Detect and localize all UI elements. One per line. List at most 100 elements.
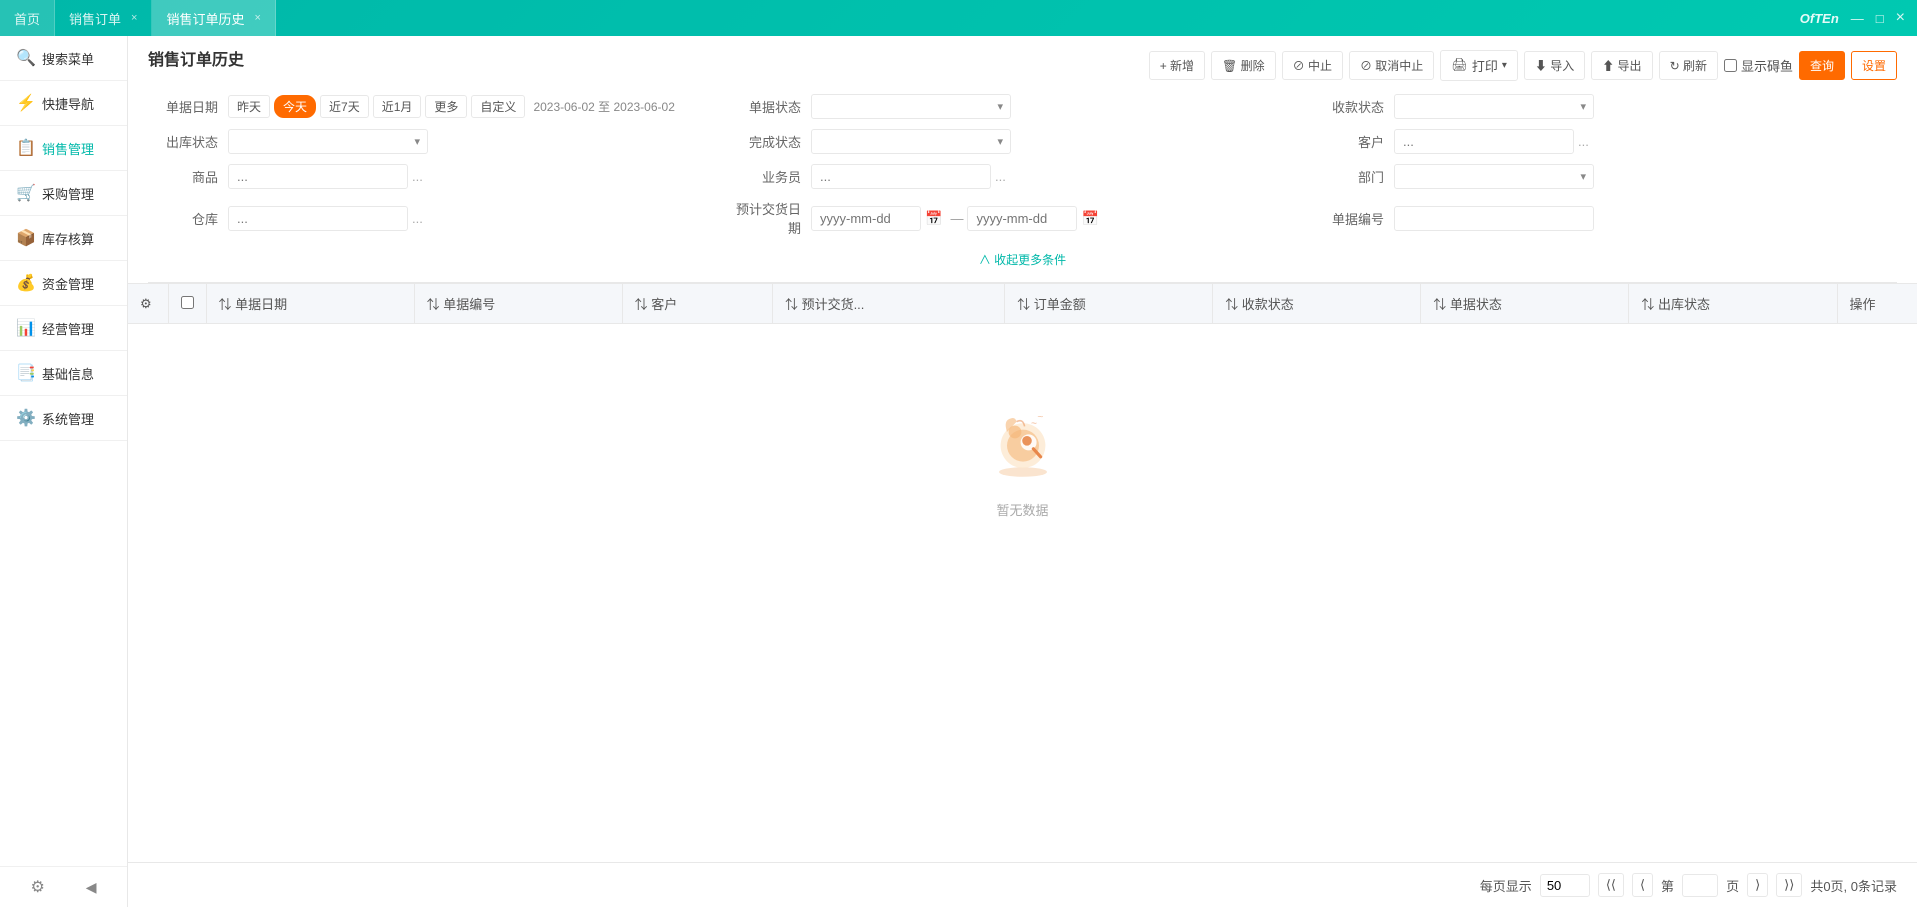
dept-filter-label: 部门 [1314,167,1394,186]
order-number-label: 单据编号 [1314,209,1394,228]
outbound-status-select[interactable] [228,129,428,154]
filter-completion-col: 完成状态 [731,129,1314,154]
per-page-select-wrapper: 10 20 50 100 [1540,874,1590,897]
th-order-no: ⇅ 单据编号 [414,284,622,324]
date-more-btn[interactable]: 更多 [425,95,467,118]
page-header-section: 销售订单历史 + 新增 🗑 删除 ⊘ 中止 ⊘ 取消中止 🖨 打印 ▾ ⬇ 导入… [128,36,1917,284]
tab-sales-order-history-close[interactable]: × [254,12,260,24]
customer-input[interactable] [1394,129,1574,154]
warehouse-input[interactable] [228,206,408,231]
filter-row-3: 商品 ... 业务员 ... 部门 [148,164,1897,189]
tab-sales-order-history[interactable]: 销售订单历史 × [152,0,275,36]
filter-goods-col: 商品 ... [148,164,731,189]
collapse-btn[interactable]: ∧ 收起更多条件 [148,247,1897,272]
filter-expected-date-col: 预计交货日期 📅 — 📅 [731,199,1314,237]
calendar-to-icon[interactable]: 📅 [1077,210,1102,227]
date-custom-btn[interactable]: 自定义 [471,95,525,118]
sidebar-item-purchase-mgmt[interactable]: 🛒 采购管理 [0,171,127,216]
empty-icon: ~ ~ [983,404,1063,484]
window-close-btn[interactable]: × [1896,9,1905,27]
first-page-btn[interactable]: ⟨⟨ [1598,873,1624,897]
pagination: 每页显示 10 20 50 100 ⟨⟨ ⟨ 第 1 页 ⟩ ⟩⟩ 共0页, 0… [128,862,1917,907]
page-number-input[interactable]: 1 [1682,874,1718,897]
expected-date-from[interactable] [811,206,921,231]
completion-status-select-wrapper [811,129,1011,154]
date-last-month-btn[interactable]: 近1月 [373,95,422,118]
payment-status-select[interactable] [1394,94,1594,119]
window-minimize-btn[interactable]: — [1851,11,1864,26]
sidebar-item-quick-nav[interactable]: ⚡ 快捷导航 [0,81,127,126]
th-order-no-label: ⇅ 单据编号 [427,297,496,312]
th-settings[interactable]: ⚙ [128,284,168,324]
delete-btn[interactable]: 🗑 删除 [1211,51,1276,80]
goods-dots[interactable]: ... [408,169,427,184]
toolbar: + 新增 🗑 删除 ⊘ 中止 ⊘ 取消中止 🖨 打印 ▾ ⬇ 导入 ⬆ 导出 ↻… [1149,50,1897,81]
sidebar-item-sales-mgmt[interactable]: 📋 销售管理 [0,126,127,171]
data-table: ⚙ ⇅ 单据日期 ⇅ 单据编号 ⇅ 客户 [128,284,1917,324]
filter-date-col: 单据日期 昨天 今天 近7天 近1月 更多 自定义 2023-06-02 至 2… [148,95,731,118]
search-menu-icon: 🔍 [16,48,34,68]
sidebar-item-basic-info[interactable]: 📑 基础信息 [0,351,127,396]
filter-row-2: 出库状态 完成状态 [148,129,1897,154]
filter-dept-col: 部门 [1314,164,1897,189]
filter-row-1: 单据日期 昨天 今天 近7天 近1月 更多 自定义 2023-06-02 至 2… [148,94,1897,119]
export-btn[interactable]: ⬆ 导出 [1591,51,1652,80]
sidebar-item-search-menu-label: 搜索菜单 [42,49,94,68]
completion-status-select[interactable] [811,129,1011,154]
page-label-prefix: 第 [1661,876,1674,895]
sidebar-collapse-icon[interactable]: ◀ [86,879,97,896]
order-number-input[interactable] [1394,206,1594,231]
customer-dots[interactable]: ... [1574,134,1593,149]
order-status-select[interactable] [811,94,1011,119]
order-status-label: 单据状态 [731,97,811,116]
date-last7-btn[interactable]: 近7天 [320,95,369,118]
brand-label: OfTEn [1800,11,1839,26]
th-checkbox[interactable] [168,284,206,324]
stop-btn[interactable]: ⊘ 中止 [1282,51,1343,80]
filter-order-status-col: 单据状态 [731,94,1314,119]
select-all-checkbox[interactable] [181,296,194,309]
warehouse-dots[interactable]: ... [408,211,427,226]
import-btn[interactable]: ⬇ 导入 [1524,51,1585,80]
sidebar-item-inventory-check[interactable]: 📦 库存核算 [0,216,127,261]
print-btn[interactable]: 🖨 打印 ▾ [1440,50,1518,81]
sidebar-item-fund-mgmt[interactable]: 💰 资金管理 [0,261,127,306]
empty-state: ~ ~ 暂无数据 [128,324,1917,599]
date-yesterday-btn[interactable]: 昨天 [228,95,270,118]
table-area: ⚙ ⇅ 单据日期 ⇅ 单据编号 ⇅ 客户 [128,284,1917,862]
window-maximize-btn[interactable]: □ [1876,11,1884,26]
query-btn[interactable]: 查询 [1799,51,1845,80]
new-btn[interactable]: + 新增 [1149,51,1205,80]
dept-select[interactable] [1394,164,1594,189]
last-page-btn[interactable]: ⟩⟩ [1776,873,1802,897]
th-operation: 操作 [1837,284,1917,324]
top-bar-spacer [276,0,1788,36]
sidebar-settings-icon[interactable]: ⚙ [30,877,44,897]
refresh-btn[interactable]: ↻ 刷新 [1659,51,1718,80]
tab-sales-order[interactable]: 销售订单 × [55,0,152,36]
tab-home[interactable]: 首页 [0,0,55,36]
next-page-btn[interactable]: ⟩ [1747,873,1768,897]
sidebar-item-ops-mgmt[interactable]: 📊 经营管理 [0,306,127,351]
salesperson-dots[interactable]: ... [991,169,1010,184]
per-page-select[interactable]: 10 20 50 100 [1540,874,1590,897]
display-cols-toggle[interactable]: 显示碍鱼 [1724,56,1793,75]
display-cols-checkbox[interactable] [1724,59,1737,72]
fund-mgmt-icon: 💰 [16,273,34,293]
date-today-btn[interactable]: 今天 [274,95,316,118]
sidebar-item-system-mgmt-label: 系统管理 [42,409,94,428]
tab-sales-order-close[interactable]: × [131,12,137,24]
salesperson-input[interactable] [811,164,991,189]
filter-outbound-col: 出库状态 [148,129,731,154]
sidebar-item-search-menu[interactable]: 🔍 搜索菜单 [0,36,127,81]
sidebar-item-sales-mgmt-label: 销售管理 [42,139,94,158]
calendar-from-icon[interactable]: 📅 [921,210,946,227]
settings-icon[interactable]: ⚙ [140,296,152,311]
page-title: 销售订单历史 [148,46,244,70]
prev-page-btn[interactable]: ⟨ [1632,873,1653,897]
expected-date-to[interactable] [967,206,1077,231]
cancel-stop-btn[interactable]: ⊘ 取消中止 [1349,51,1434,80]
goods-input[interactable] [228,164,408,189]
settings-btn[interactable]: 设置 [1851,51,1897,80]
sidebar-item-system-mgmt[interactable]: ⚙️ 系统管理 [0,396,127,441]
